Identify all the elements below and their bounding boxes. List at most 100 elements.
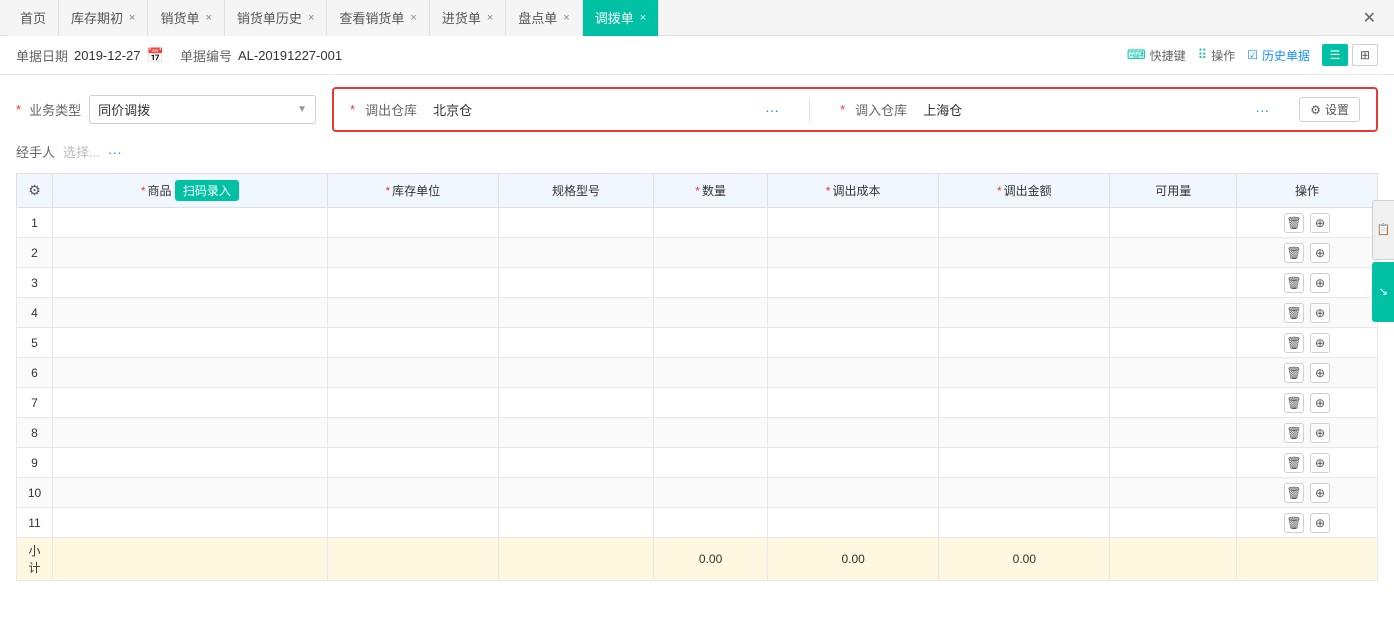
row-available-10[interactable]: [1110, 478, 1237, 508]
row-amount-11[interactable]: [939, 508, 1110, 538]
row-goods-8[interactable]: [53, 418, 328, 448]
tab-view-sales[interactable]: 查看销货单 ×: [327, 0, 429, 36]
copy-icon-9[interactable]: ⊕: [1310, 453, 1330, 473]
row-spec-6[interactable]: [498, 358, 653, 388]
row-qty-6[interactable]: [654, 358, 768, 388]
copy-icon-4[interactable]: ⊕: [1310, 303, 1330, 323]
transfer-out-more-btn[interactable]: ···: [765, 102, 779, 118]
copy-icon-7[interactable]: ⊕: [1310, 393, 1330, 413]
row-cost-2[interactable]: [768, 238, 939, 268]
row-unit-9[interactable]: [327, 448, 498, 478]
table-settings-th[interactable]: ⚙: [17, 174, 53, 208]
row-unit-10[interactable]: [327, 478, 498, 508]
row-amount-9[interactable]: [939, 448, 1110, 478]
row-cost-5[interactable]: [768, 328, 939, 358]
row-qty-9[interactable]: [654, 448, 768, 478]
row-available-5[interactable]: [1110, 328, 1237, 358]
row-qty-8[interactable]: [654, 418, 768, 448]
copy-icon-3[interactable]: ⊕: [1310, 273, 1330, 293]
tab-purchase-order[interactable]: 进货单 ×: [430, 0, 506, 36]
delete-icon-8[interactable]: 🗑: [1284, 423, 1304, 443]
row-amount-4[interactable]: [939, 298, 1110, 328]
delete-icon-9[interactable]: 🗑: [1284, 453, 1304, 473]
row-unit-3[interactable]: [327, 268, 498, 298]
delete-icon-7[interactable]: 🗑: [1284, 393, 1304, 413]
row-available-6[interactable]: [1110, 358, 1237, 388]
grid-view-btn[interactable]: ⊞: [1352, 44, 1378, 66]
row-unit-1[interactable]: [327, 208, 498, 238]
row-qty-10[interactable]: [654, 478, 768, 508]
row-available-7[interactable]: [1110, 388, 1237, 418]
row-amount-2[interactable]: [939, 238, 1110, 268]
tab-inventory-check-close[interactable]: ×: [563, 12, 569, 24]
tab-sales-history[interactable]: 销货单历史 ×: [225, 0, 327, 36]
row-spec-7[interactable]: [498, 388, 653, 418]
tab-inventory-init[interactable]: 库存期初 ×: [59, 0, 148, 36]
tab-transfer-order[interactable]: 调拨单 ×: [583, 0, 659, 36]
row-spec-10[interactable]: [498, 478, 653, 508]
tab-inventory-check[interactable]: 盘点单 ×: [506, 0, 582, 36]
delete-icon-3[interactable]: 🗑: [1284, 273, 1304, 293]
row-goods-3[interactable]: [53, 268, 328, 298]
row-available-2[interactable]: [1110, 238, 1237, 268]
row-goods-9[interactable]: [53, 448, 328, 478]
row-amount-3[interactable]: [939, 268, 1110, 298]
delete-icon-6[interactable]: 🗑: [1284, 363, 1304, 383]
handler-more-btn[interactable]: ···: [108, 144, 122, 160]
row-unit-5[interactable]: [327, 328, 498, 358]
row-qty-7[interactable]: [654, 388, 768, 418]
tab-home[interactable]: 首页: [8, 0, 59, 36]
tab-sales-order[interactable]: 销货单 ×: [148, 0, 224, 36]
calendar-icon[interactable]: 📅: [147, 47, 164, 64]
shortcuts-btn[interactable]: ⌨ 快捷键: [1127, 47, 1186, 64]
row-qty-5[interactable]: [654, 328, 768, 358]
row-spec-8[interactable]: [498, 418, 653, 448]
row-cost-4[interactable]: [768, 298, 939, 328]
expand-float-btn[interactable]: ↗: [1372, 262, 1394, 322]
row-goods-6[interactable]: [53, 358, 328, 388]
row-qty-1[interactable]: [654, 208, 768, 238]
list-view-btn[interactable]: ☰: [1322, 44, 1348, 66]
handler-select[interactable]: 选择...: [63, 142, 100, 161]
delete-icon-1[interactable]: 🗑: [1284, 213, 1304, 233]
tab-inventory-init-close[interactable]: ×: [129, 12, 135, 24]
row-goods-11[interactable]: [53, 508, 328, 538]
row-unit-4[interactable]: [327, 298, 498, 328]
note-float-btn[interactable]: 📋: [1372, 200, 1394, 260]
tab-sales-history-close[interactable]: ×: [308, 12, 314, 24]
delete-icon-5[interactable]: 🗑: [1284, 333, 1304, 353]
scan-input-btn[interactable]: 扫码录入: [175, 180, 239, 201]
row-goods-2[interactable]: [53, 238, 328, 268]
row-goods-4[interactable]: [53, 298, 328, 328]
row-available-4[interactable]: [1110, 298, 1237, 328]
delete-icon-10[interactable]: 🗑: [1284, 483, 1304, 503]
row-amount-10[interactable]: [939, 478, 1110, 508]
row-spec-11[interactable]: [498, 508, 653, 538]
row-goods-5[interactable]: [53, 328, 328, 358]
copy-icon-5[interactable]: ⊕: [1310, 333, 1330, 353]
transfer-in-more-btn[interactable]: ···: [1255, 102, 1269, 118]
copy-icon-6[interactable]: ⊕: [1310, 363, 1330, 383]
row-goods-10[interactable]: [53, 478, 328, 508]
row-amount-1[interactable]: [939, 208, 1110, 238]
row-goods-1[interactable]: [53, 208, 328, 238]
settings-btn[interactable]: ⚙ 设置: [1299, 97, 1360, 122]
copy-icon-11[interactable]: ⊕: [1310, 513, 1330, 533]
row-unit-8[interactable]: [327, 418, 498, 448]
table-scroll-area[interactable]: ⚙ *商品 扫码录入 *库存单位 规格型号 *数量 *调出成本 *调出金额 可用…: [16, 173, 1378, 581]
row-spec-3[interactable]: [498, 268, 653, 298]
row-available-9[interactable]: [1110, 448, 1237, 478]
row-spec-5[interactable]: [498, 328, 653, 358]
row-cost-3[interactable]: [768, 268, 939, 298]
row-goods-7[interactable]: [53, 388, 328, 418]
row-spec-9[interactable]: [498, 448, 653, 478]
copy-icon-1[interactable]: ⊕: [1310, 213, 1330, 233]
row-available-1[interactable]: [1110, 208, 1237, 238]
tab-view-sales-close[interactable]: ×: [410, 12, 416, 24]
row-cost-11[interactable]: [768, 508, 939, 538]
delete-icon-4[interactable]: 🗑: [1284, 303, 1304, 323]
row-cost-8[interactable]: [768, 418, 939, 448]
row-amount-5[interactable]: [939, 328, 1110, 358]
row-qty-11[interactable]: [654, 508, 768, 538]
row-qty-2[interactable]: [654, 238, 768, 268]
